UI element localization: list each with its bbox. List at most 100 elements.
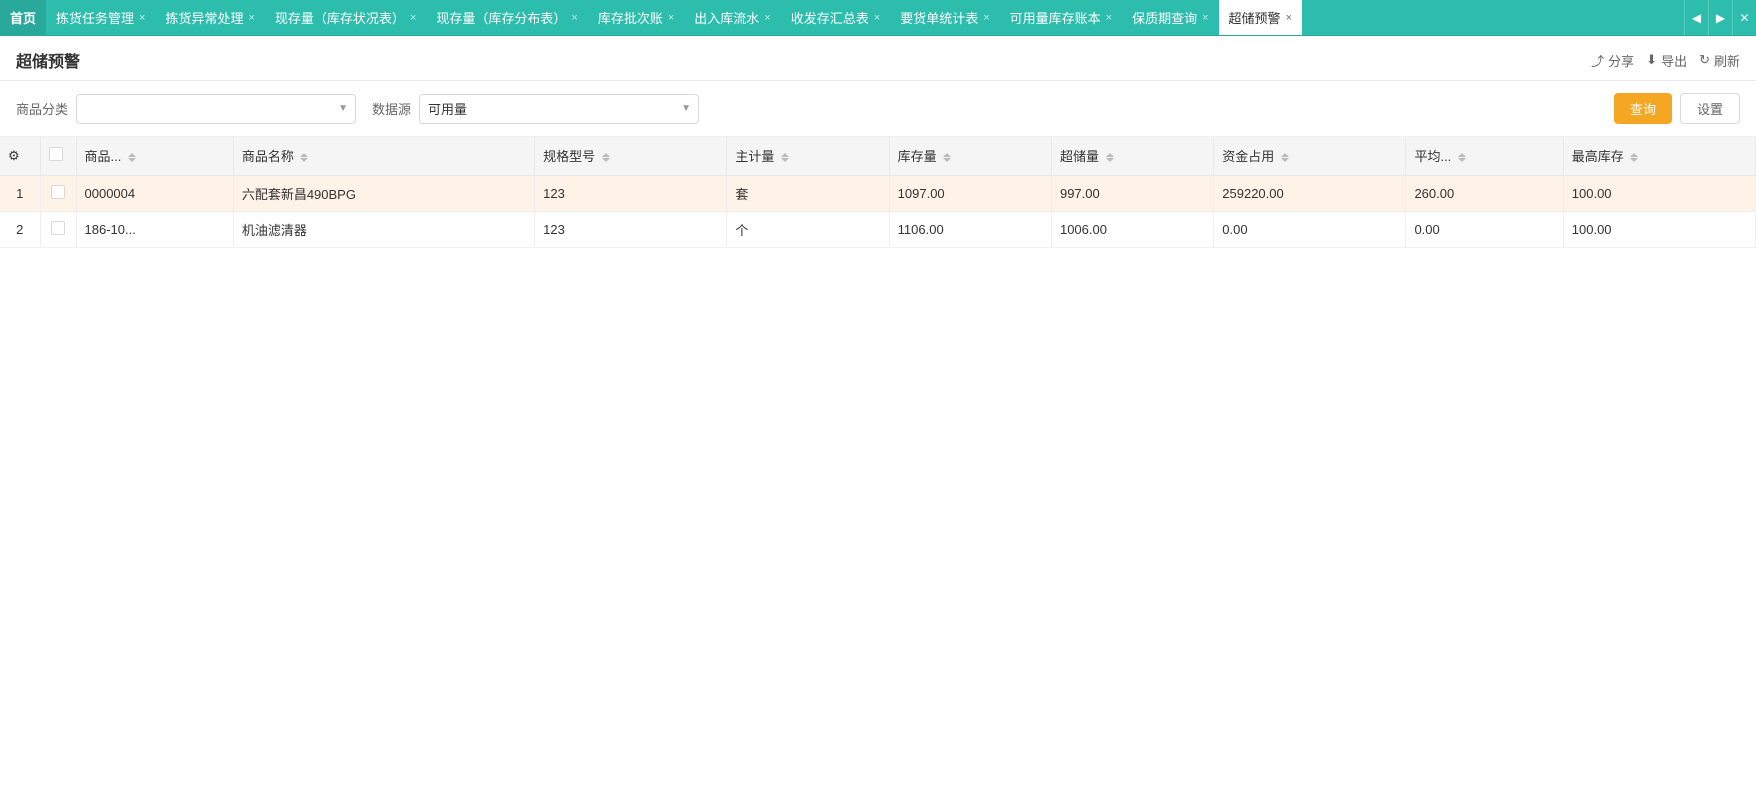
refresh-button[interactable]: ↻ 刷新: [1699, 51, 1740, 70]
cell-capital-1: 0.00: [1214, 211, 1406, 247]
column-product-name[interactable]: 商品名称: [233, 137, 534, 175]
close-tab-6[interactable]: ×: [874, 12, 880, 24]
close-tab-0[interactable]: ×: [139, 12, 145, 24]
filter-area: 商品分类 ▼ 数据源 可用量 ▼ 查询 设置: [0, 81, 1756, 137]
column-spec[interactable]: 规格型号: [535, 137, 727, 175]
close-tab-7[interactable]: ×: [983, 12, 989, 24]
datasource-label: 数据源: [372, 99, 411, 118]
table-row: 2 186-10... 机油滤清器 123 个 1106.00 1006.00 …: [0, 211, 1756, 247]
close-tab-9[interactable]: ×: [1202, 12, 1208, 24]
nav-home[interactable]: 首页: [0, 0, 46, 36]
refresh-icon: ↻: [1699, 52, 1710, 68]
checkbox-0[interactable]: [51, 185, 65, 199]
settings-button[interactable]: 设置: [1680, 93, 1740, 124]
sort-icon-product-name: [300, 153, 308, 162]
sort-icon-product-code: [128, 153, 136, 162]
row-checkbox-0[interactable]: [40, 175, 76, 211]
nav-tab-10[interactable]: 超储预警 ×: [1219, 0, 1302, 36]
column-overstock[interactable]: 超储量: [1051, 137, 1213, 175]
cell-capital-0: 259220.00: [1214, 175, 1406, 211]
close-tab-10[interactable]: ×: [1286, 12, 1292, 24]
nav-tab-8[interactable]: 可用量库存账本 ×: [1000, 0, 1122, 36]
row-num-1: 2: [0, 211, 40, 247]
category-select[interactable]: [76, 94, 356, 124]
cell-stock-0: 1097.00: [889, 175, 1051, 211]
nav-tab-2[interactable]: 现存量（库存状况表） ×: [265, 0, 426, 36]
row-num-0: 1: [0, 175, 40, 211]
sort-icon-spec: [602, 153, 610, 162]
close-tab-8[interactable]: ×: [1106, 12, 1112, 24]
cell-overstock-1: 1006.00: [1051, 211, 1213, 247]
category-select-wrapper: ▼: [76, 94, 356, 124]
share-button[interactable]: ⤴ 分享: [1591, 51, 1634, 70]
top-nav: 首页 拣货任务管理 × 拣货异常处理 × 现存量（库存状况表） × 现存量（库存…: [0, 0, 1756, 36]
cell-stock-1: 1106.00: [889, 211, 1051, 247]
nav-tab-9[interactable]: 保质期查询 ×: [1122, 0, 1218, 36]
cell-unit-0: 套: [727, 175, 889, 211]
cell-overstock-0: 997.00: [1051, 175, 1213, 211]
nav-tab-0[interactable]: 拣货任务管理 ×: [46, 0, 155, 36]
datasource-select[interactable]: 可用量: [419, 94, 699, 124]
sort-icon-capital: [1281, 153, 1289, 162]
cell-product-name-1: 机油滤清器: [233, 211, 534, 247]
header-actions: ⤴ 分享 ⬇ 导出 ↻ 刷新: [1591, 51, 1740, 70]
nav-close-all[interactable]: ✕: [1732, 0, 1756, 36]
cell-product-code-1: 186-10...: [76, 211, 233, 247]
cell-avg-0: 260.00: [1406, 175, 1563, 211]
sort-icon-unit: [781, 153, 789, 162]
close-tab-2[interactable]: ×: [410, 12, 416, 24]
datasource-select-wrapper: 可用量 ▼: [419, 94, 699, 124]
gear-icon: ⚙: [8, 148, 20, 163]
column-product-code[interactable]: 商品...: [76, 137, 233, 175]
column-select-all[interactable]: [40, 137, 76, 175]
nav-arrow-left[interactable]: ◀: [1684, 0, 1708, 36]
nav-arrow-group: ◀ ▶ ✕: [1684, 0, 1756, 36]
checkbox-1[interactable]: [51, 221, 65, 235]
sort-icon-overstock: [1106, 153, 1114, 162]
export-icon: ⬇: [1646, 52, 1657, 68]
nav-tab-4[interactable]: 库存批次账 ×: [588, 0, 684, 36]
category-filter-group: 商品分类 ▼: [16, 94, 356, 124]
column-avg[interactable]: 平均...: [1406, 137, 1563, 175]
table-row: 1 0000004 六配套新昌490BPG 123 套 1097.00 997.…: [0, 175, 1756, 211]
page-content: 超储预警 ⤴ 分享 ⬇ 导出 ↻ 刷新 商品分类 ▼ 数据源: [0, 36, 1756, 800]
column-settings[interactable]: ⚙: [0, 137, 40, 175]
cell-unit-1: 个: [727, 211, 889, 247]
page-title: 超储预警: [16, 48, 80, 72]
close-tab-5[interactable]: ×: [764, 12, 770, 24]
data-table: ⚙ 商品... 商品名称: [0, 137, 1756, 248]
nav-tab-1[interactable]: 拣货异常处理 ×: [155, 0, 264, 36]
cell-spec-1: 123: [535, 211, 727, 247]
close-tab-1[interactable]: ×: [248, 12, 254, 24]
column-unit[interactable]: 主计量: [727, 137, 889, 175]
nav-tab-7[interactable]: 要货单统计表 ×: [890, 0, 999, 36]
query-button[interactable]: 查询: [1614, 93, 1672, 124]
nav-arrow-right[interactable]: ▶: [1708, 0, 1732, 36]
sort-icon-stock: [943, 153, 951, 162]
cell-max-stock-0: 100.00: [1563, 175, 1755, 211]
column-capital[interactable]: 资金占用: [1214, 137, 1406, 175]
category-label: 商品分类: [16, 99, 68, 118]
nav-tab-3[interactable]: 现存量（库存分布表） ×: [426, 0, 587, 36]
table-header-row: ⚙ 商品... 商品名称: [0, 137, 1756, 175]
close-tab-4[interactable]: ×: [668, 12, 674, 24]
cell-spec-0: 123: [535, 175, 727, 211]
table-area: ⚙ 商品... 商品名称: [0, 137, 1756, 248]
table-body: 1 0000004 六配套新昌490BPG 123 套 1097.00 997.…: [0, 175, 1756, 247]
nav-tab-5[interactable]: 出入库流水 ×: [684, 0, 780, 36]
cell-product-name-0: 六配套新昌490BPG: [233, 175, 534, 211]
select-all-checkbox[interactable]: [49, 147, 63, 161]
cell-product-code-0: 0000004: [76, 175, 233, 211]
cell-max-stock-1: 100.00: [1563, 211, 1755, 247]
export-button[interactable]: ⬇ 导出: [1646, 51, 1687, 70]
nav-tab-6[interactable]: 收发存汇总表 ×: [781, 0, 890, 36]
close-tab-3[interactable]: ×: [571, 12, 577, 24]
page-header: 超储预警 ⤴ 分享 ⬇ 导出 ↻ 刷新: [0, 36, 1756, 81]
share-icon: ⤴: [1591, 51, 1604, 70]
column-max-stock[interactable]: 最高库存: [1563, 137, 1755, 175]
action-buttons: 查询 设置: [1614, 93, 1740, 124]
row-checkbox-1[interactable]: [40, 211, 76, 247]
sort-icon-avg: [1458, 153, 1466, 162]
cell-avg-1: 0.00: [1406, 211, 1563, 247]
column-stock[interactable]: 库存量: [889, 137, 1051, 175]
